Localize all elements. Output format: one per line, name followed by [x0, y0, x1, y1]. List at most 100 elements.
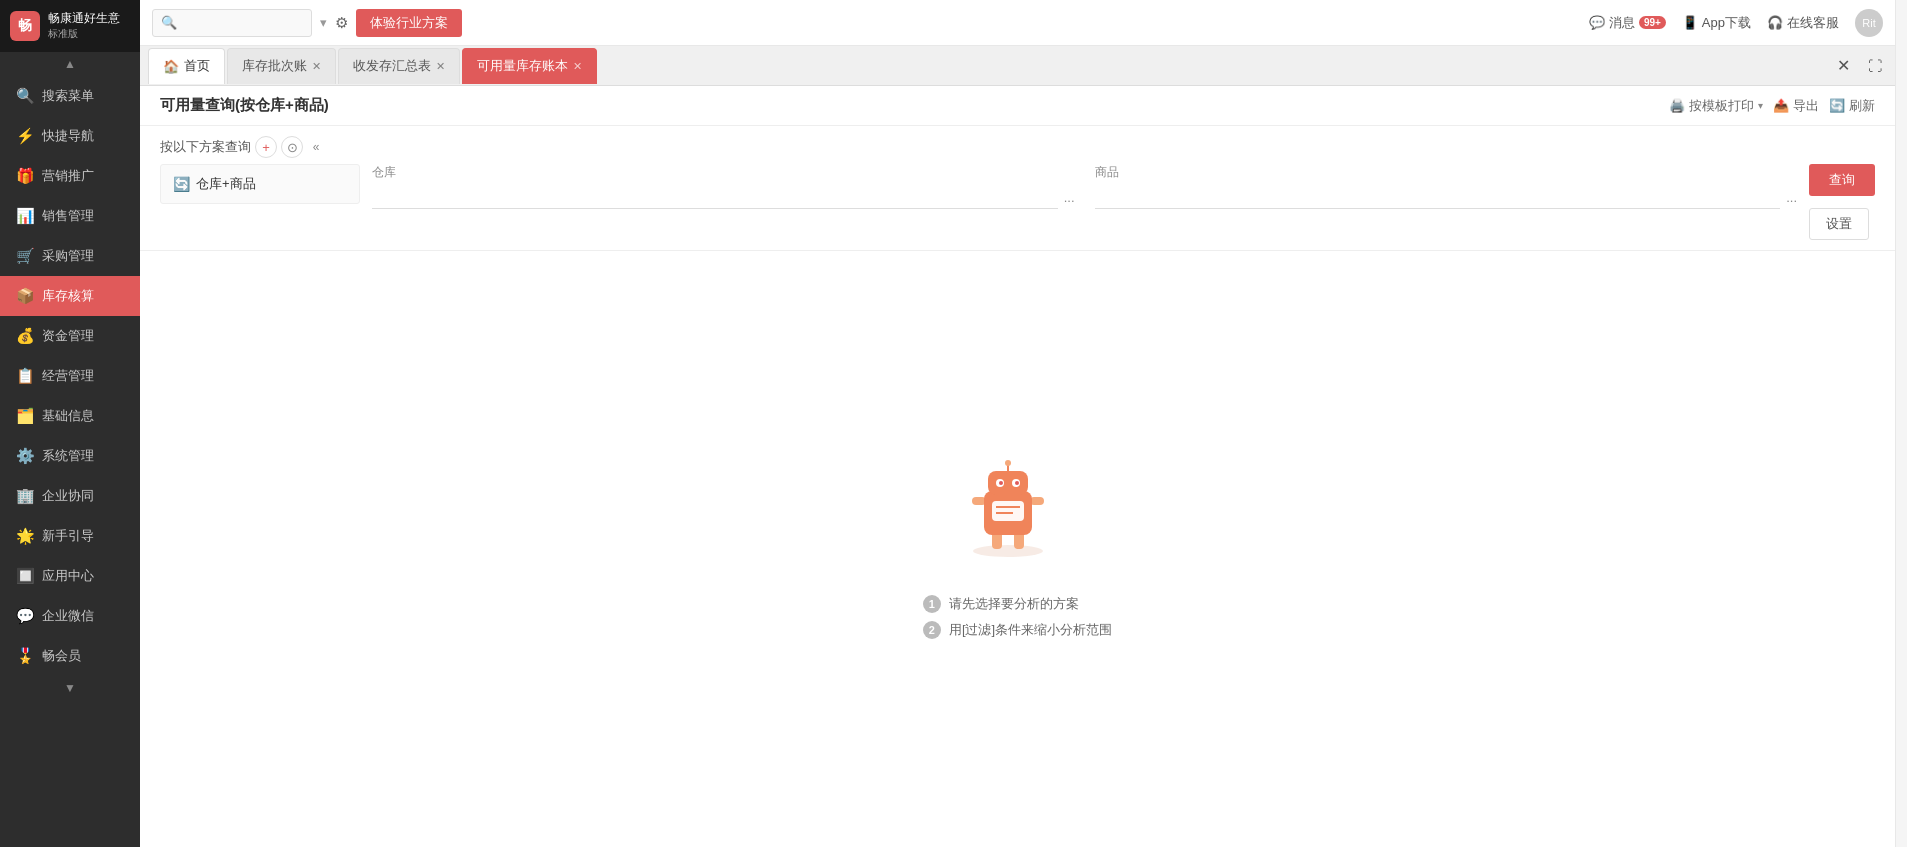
export-button[interactable]: 📤 导出	[1773, 97, 1819, 115]
topbar-dropdown-icon[interactable]: ▾	[320, 15, 327, 30]
tabs-close-button[interactable]: ✕	[1831, 54, 1855, 78]
warehouse-input[interactable]	[372, 185, 1058, 209]
svg-point-15	[1005, 460, 1011, 466]
phone-icon: 📱	[1682, 15, 1698, 30]
sidebar-item-finance-label: 资金管理	[42, 327, 94, 345]
refresh-button[interactable]: 🔄 刷新	[1829, 97, 1875, 115]
filter-scheme-label: 按以下方案查询 + ⊙ «	[160, 136, 360, 158]
message-icon: 💬	[1589, 15, 1605, 30]
filter-add-buttons: + ⊙ «	[255, 136, 325, 158]
marketing-icon: 🎁	[16, 167, 34, 185]
sidebar-item-basic[interactable]: 🗂️ 基础信息	[0, 396, 140, 436]
guide-icon: 🌟	[16, 527, 34, 545]
tab-batch-account[interactable]: 库存批次账 ✕	[227, 48, 336, 84]
sidebar-item-search[interactable]: 🔍 搜索菜单	[0, 76, 140, 116]
purchase-icon: 🛒	[16, 247, 34, 265]
sidebar-item-system[interactable]: ⚙️ 系统管理	[0, 436, 140, 476]
query-button[interactable]: 查询	[1809, 164, 1875, 196]
right-scrollbar[interactable]	[1895, 0, 1907, 847]
sidebar-item-operation[interactable]: 📋 经营管理	[0, 356, 140, 396]
scheme-item-warehouse-product[interactable]: 🔄 仓库+商品	[161, 169, 359, 199]
hint-num-1: 1	[923, 595, 941, 613]
sidebar-item-system-label: 系统管理	[42, 447, 94, 465]
refresh-icon: 🔄	[1829, 98, 1845, 113]
svg-rect-6	[992, 501, 1024, 521]
sidebar-scroll-up[interactable]: ▲	[0, 52, 140, 76]
topbar-search-icon: 🔍	[161, 15, 177, 30]
topbar-search-box[interactable]: 🔍	[152, 9, 312, 37]
message-badge: 99+	[1639, 16, 1666, 29]
tab-available-ledger-close[interactable]: ✕	[573, 60, 582, 73]
sidebar-item-enterprise-label: 企业协同	[42, 487, 94, 505]
product-more-btn[interactable]: ...	[1786, 190, 1797, 205]
sidebar-item-enterprise[interactable]: 🏢 企业协同	[0, 476, 140, 516]
filter-scheme-list: 🔄 仓库+商品	[160, 164, 360, 204]
sidebar-item-app-center[interactable]: 🔲 应用中心	[0, 556, 140, 596]
user-avatar[interactable]: Rit	[1855, 9, 1883, 37]
system-icon: ⚙️	[16, 447, 34, 465]
sidebar-header: 畅 畅康通好生意 标准版	[0, 0, 140, 52]
filter-settings-button[interactable]: ⊙	[281, 136, 303, 158]
industry-solution-button[interactable]: 体验行业方案	[356, 9, 462, 37]
refresh-label: 刷新	[1849, 97, 1875, 115]
enterprise-icon: 🏢	[16, 487, 34, 505]
hint-num-2: 2	[923, 621, 941, 639]
sidebar-item-guide-label: 新手引导	[42, 527, 94, 545]
app-center-icon: 🔲	[16, 567, 34, 585]
topbar-message-item[interactable]: 💬 消息 99+	[1589, 14, 1666, 32]
export-icon: 📤	[1773, 98, 1789, 113]
sidebar-item-wechat[interactable]: 💬 企业微信	[0, 596, 140, 636]
tabs-expand-button[interactable]: ⛶	[1863, 54, 1887, 78]
filter-action-area: 查询 设置	[1809, 136, 1875, 240]
scheme-item-label: 仓库+商品	[196, 175, 256, 193]
settings-button[interactable]: 设置	[1809, 208, 1869, 240]
sidebar-item-sales-label: 销售管理	[42, 207, 94, 225]
sidebar-scroll-area: ▲ 🔍 搜索菜单 ⚡ 快捷导航 🎁 营销推广 📊 销售管理 🛒 采购管理 📦 库…	[0, 52, 140, 847]
product-input[interactable]	[1095, 185, 1781, 209]
user-name: Rit	[1862, 17, 1875, 29]
tab-available-ledger[interactable]: 可用量库存账本 ✕	[462, 48, 597, 84]
empty-state-area: 1 请先选择要分析的方案 2 用[过滤]条件来缩小分析范围	[140, 251, 1895, 847]
tab-collect-summary[interactable]: 收发存汇总表 ✕	[338, 48, 460, 84]
sidebar-item-search-label: 搜索菜单	[42, 87, 94, 105]
topbar-service-label: 在线客服	[1787, 14, 1839, 32]
svg-rect-9	[988, 471, 1028, 495]
sidebar: 畅 畅康通好生意 标准版 ▲ 🔍 搜索菜单 ⚡ 快捷导航 🎁 营销推广 📊 销售…	[0, 0, 140, 847]
topbar-app-item[interactable]: 📱 App下载	[1682, 14, 1751, 32]
warehouse-more-btn[interactable]: ...	[1064, 190, 1075, 205]
empty-hint-2-text: 用[过滤]条件来缩小分析范围	[949, 621, 1112, 639]
svg-rect-4	[1030, 497, 1044, 505]
sidebar-item-purchase[interactable]: 🛒 采购管理	[0, 236, 140, 276]
print-dropdown-icon[interactable]: ▾	[1758, 100, 1763, 111]
sales-icon: 📊	[16, 207, 34, 225]
filter-fields-row: 仓库 ... 商品 ...	[372, 136, 1797, 209]
sidebar-item-marketing[interactable]: 🎁 营销推广	[0, 156, 140, 196]
print-icon: 🖨️	[1669, 98, 1685, 113]
topbar-right-area: 💬 消息 99+ 📱 App下载 🎧 在线客服 Rit	[1589, 9, 1883, 37]
sidebar-item-guide[interactable]: 🌟 新手引导	[0, 516, 140, 556]
sidebar-subtitle: 标准版	[48, 27, 120, 41]
page-header: 可用量查询(按仓库+商品) 🖨️ 按模板打印 ▾ 📤 导出 🔄 刷新	[140, 86, 1895, 126]
svg-point-12	[999, 481, 1003, 485]
sidebar-item-sales[interactable]: 📊 销售管理	[0, 196, 140, 236]
sidebar-item-inventory[interactable]: 📦 库存核算	[0, 276, 140, 316]
sidebar-item-operation-label: 经营管理	[42, 367, 94, 385]
sidebar-scroll-down[interactable]: ▼	[0, 676, 140, 700]
filter-add-button[interactable]: +	[255, 136, 277, 158]
tab-home[interactable]: 🏠 首页	[148, 48, 225, 84]
shortcut-icon: ⚡	[16, 127, 34, 145]
page-header-actions: 🖨️ 按模板打印 ▾ 📤 导出 🔄 刷新	[1669, 97, 1875, 115]
tab-batch-account-label: 库存批次账	[242, 57, 307, 75]
tab-collect-summary-close[interactable]: ✕	[436, 60, 445, 73]
print-button[interactable]: 🖨️ 按模板打印 ▾	[1669, 97, 1763, 115]
filter-collapse-button[interactable]: «	[307, 138, 325, 156]
tab-batch-account-close[interactable]: ✕	[312, 60, 321, 73]
sidebar-item-member[interactable]: 🎖️ 畅会员	[0, 636, 140, 676]
topbar-service-item[interactable]: 🎧 在线客服	[1767, 14, 1839, 32]
sidebar-item-finance[interactable]: 💰 资金管理	[0, 316, 140, 356]
sidebar-item-shortcut[interactable]: ⚡ 快捷导航	[0, 116, 140, 156]
topbar-gear-icon[interactable]: ⚙	[335, 14, 348, 32]
warehouse-field-label: 仓库	[372, 164, 1075, 181]
sidebar-item-wechat-label: 企业微信	[42, 607, 94, 625]
export-label: 导出	[1793, 97, 1819, 115]
